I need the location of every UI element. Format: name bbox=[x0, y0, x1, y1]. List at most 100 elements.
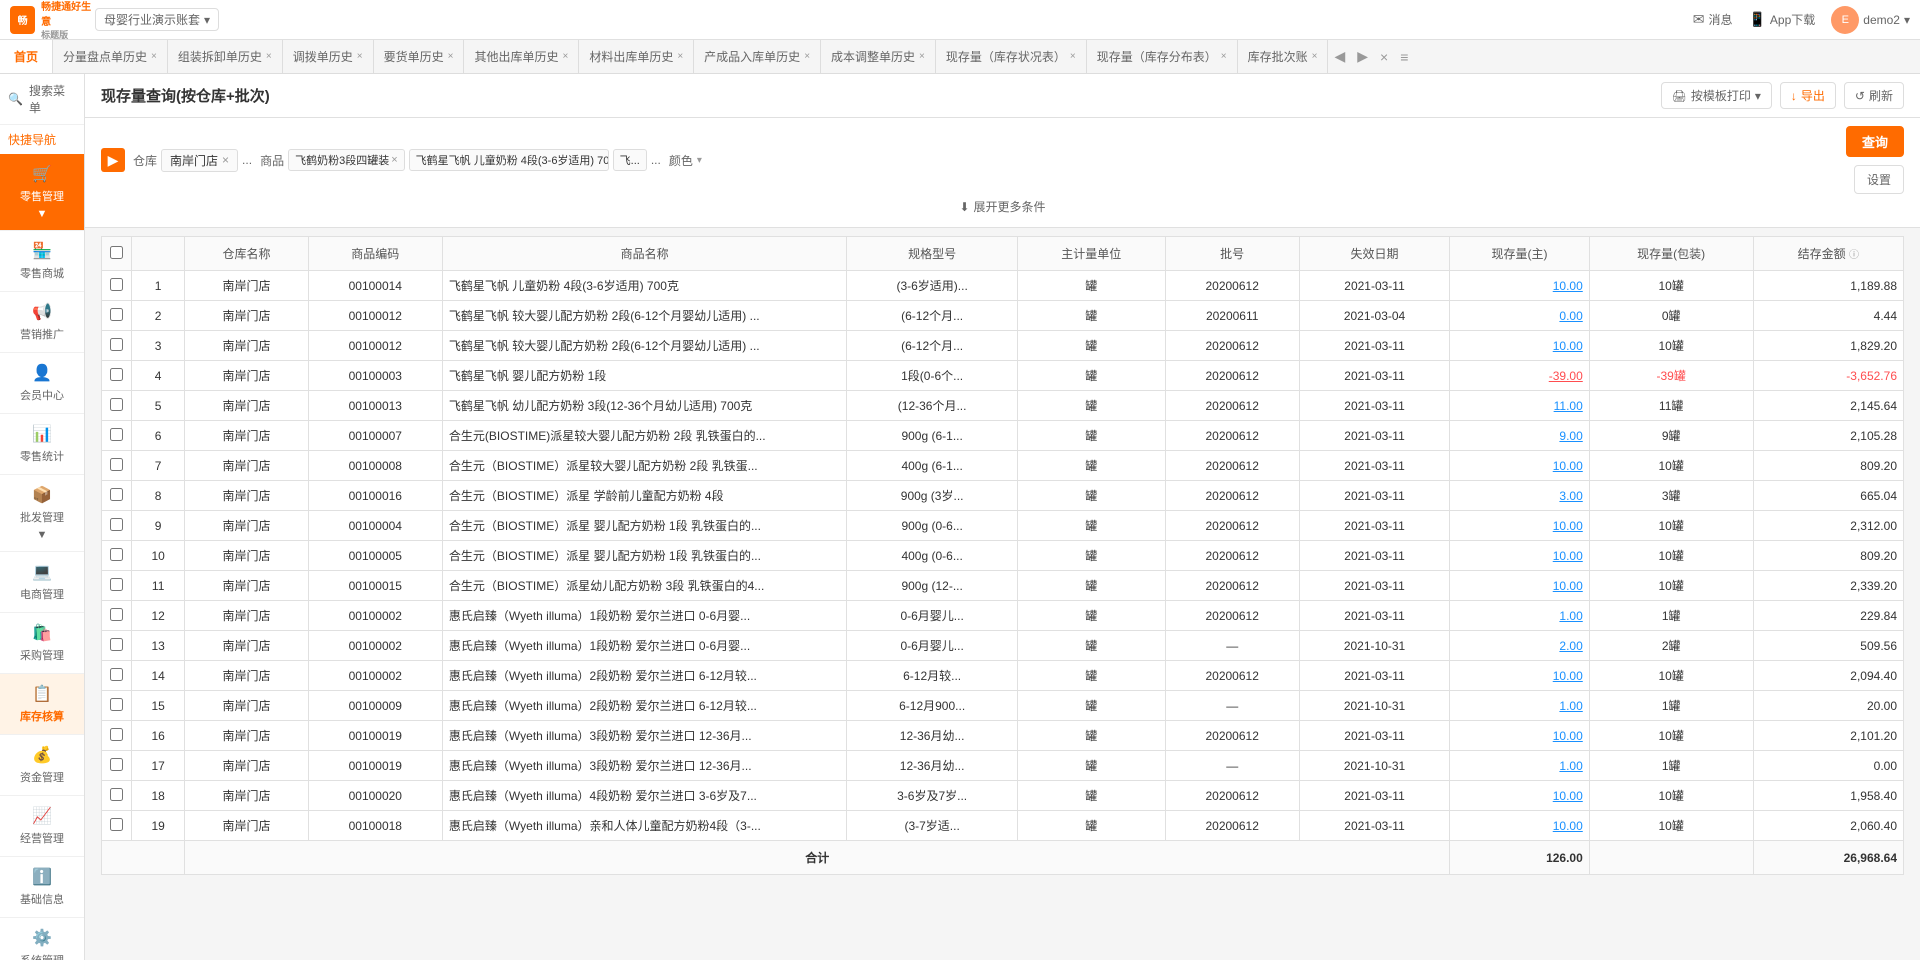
tab-disassemble[interactable]: 组装拆卸单历史 × bbox=[168, 40, 283, 74]
stock-main-link[interactable]: 10.00 bbox=[1553, 519, 1583, 533]
row-checkbox[interactable] bbox=[110, 488, 123, 501]
print-btn[interactable]: 🖨 按模板打印 ▾ bbox=[1661, 82, 1772, 109]
stock-main-link[interactable]: 1.00 bbox=[1559, 609, 1582, 623]
stock-main-link[interactable]: 10.00 bbox=[1553, 279, 1583, 293]
stock-main-link[interactable]: 2.00 bbox=[1559, 639, 1582, 653]
tab-require-order[interactable]: 要货单历史 × bbox=[374, 40, 465, 74]
tab-next-btn[interactable]: ▶ bbox=[1351, 48, 1374, 65]
tab-stock-status[interactable]: 现存量（库存状况表）× bbox=[936, 40, 1087, 74]
tab-close-other-out[interactable]: × bbox=[562, 51, 568, 62]
setting-btn[interactable]: 设置 bbox=[1854, 165, 1904, 194]
tab-product-in[interactable]: 产成品入库单历史 × bbox=[694, 40, 821, 74]
tab-close-disassemble[interactable]: × bbox=[266, 51, 272, 62]
tab-home[interactable]: 首页 bbox=[0, 40, 53, 74]
product-tag-2[interactable]: 飞鹤星飞帆 儿童奶粉 4段(3-6岁适用) 700克 × bbox=[409, 149, 609, 171]
tab-cost-adjust[interactable]: 成本调整单历史 × bbox=[821, 40, 936, 74]
sidebar-item-retail[interactable]: 🛒 零售管理 ▼ bbox=[0, 154, 84, 231]
tab-stock-dist[interactable]: 现存量（库存分布表）× bbox=[1087, 40, 1238, 74]
tab-prev-btn[interactable]: ◀ bbox=[1328, 48, 1351, 65]
sidebar-item-retail-stat[interactable]: 📊 零售统计 bbox=[0, 414, 84, 475]
row-checkbox[interactable] bbox=[110, 308, 123, 321]
sidebar-item-member[interactable]: 👤 会员中心 bbox=[0, 353, 84, 414]
product-tag-1-close[interactable]: × bbox=[391, 154, 397, 166]
stock-main-link[interactable]: 1.00 bbox=[1559, 759, 1582, 773]
sidebar-item-finance[interactable]: 💰 资金管理 bbox=[0, 735, 84, 796]
product-tag-3[interactable]: 飞... bbox=[613, 149, 647, 171]
tab-close-dist[interactable]: × bbox=[1221, 51, 1227, 62]
tab-other-out[interactable]: 其他出库单历史 × bbox=[464, 40, 579, 74]
stock-main-link[interactable]: 3.00 bbox=[1559, 489, 1582, 503]
stock-main-link[interactable]: 10.00 bbox=[1553, 729, 1583, 743]
app-download-btn[interactable]: 📱 App下载 bbox=[1748, 11, 1815, 28]
tab-close-all-btn[interactable]: × bbox=[1374, 49, 1394, 65]
sidebar-item-system[interactable]: ⚙️ 系统管理 bbox=[0, 918, 84, 960]
query-btn[interactable]: 查询 bbox=[1846, 126, 1904, 157]
warehouse-filter-more[interactable]: ... bbox=[242, 153, 252, 167]
sidebar-item-basic[interactable]: ℹ️ 基础信息 bbox=[0, 857, 84, 918]
tab-close-search[interactable]: × bbox=[357, 51, 363, 62]
row-checkbox[interactable] bbox=[110, 728, 123, 741]
filter-toggle-btn[interactable]: ▶ bbox=[101, 148, 125, 172]
tab-close-require[interactable]: × bbox=[448, 51, 454, 62]
tab-split-inventory[interactable]: 分量盘点单历史 × bbox=[53, 40, 168, 74]
select-all-checkbox[interactable] bbox=[110, 246, 123, 259]
stock-main-link[interactable]: 9.00 bbox=[1559, 429, 1582, 443]
sidebar-item-purchase[interactable]: 🛍️ 采购管理 bbox=[0, 613, 84, 674]
row-checkbox[interactable] bbox=[110, 338, 123, 351]
export-btn[interactable]: ↓ 导出 bbox=[1780, 82, 1836, 109]
tab-close-cost[interactable]: × bbox=[919, 51, 925, 62]
stock-main-link[interactable]: 1.00 bbox=[1559, 699, 1582, 713]
row-checkbox[interactable] bbox=[110, 398, 123, 411]
user-menu[interactable]: E demo2 ▾ bbox=[1831, 6, 1910, 34]
tab-close-batch[interactable]: × bbox=[1312, 51, 1318, 62]
row-checkbox[interactable] bbox=[110, 548, 123, 561]
row-checkbox[interactable] bbox=[110, 518, 123, 531]
row-checkbox[interactable] bbox=[110, 428, 123, 441]
row-checkbox[interactable] bbox=[110, 638, 123, 651]
tab-search-order[interactable]: 调拨单历史 × bbox=[283, 40, 374, 74]
stock-main-link[interactable]: 10.00 bbox=[1553, 549, 1583, 563]
stock-main-link[interactable]: 10.00 bbox=[1553, 789, 1583, 803]
row-checkbox[interactable] bbox=[110, 668, 123, 681]
tab-menu-btn[interactable]: ≡ bbox=[1394, 49, 1414, 65]
row-checkbox[interactable] bbox=[110, 608, 123, 621]
row-checkbox[interactable] bbox=[110, 278, 123, 291]
row-checkbox[interactable] bbox=[110, 758, 123, 771]
tab-close-split[interactable]: × bbox=[151, 51, 157, 62]
row-checkbox[interactable] bbox=[110, 818, 123, 831]
stock-main-link[interactable]: 10.00 bbox=[1553, 579, 1583, 593]
refresh-btn[interactable]: ↺ 刷新 bbox=[1844, 82, 1904, 109]
product-tag-1[interactable]: 飞鹤奶粉3段四罐装 × bbox=[288, 149, 405, 171]
sidebar-quicknav[interactable]: 快捷导航 bbox=[0, 125, 84, 154]
stock-main-link[interactable]: 11.00 bbox=[1554, 399, 1583, 413]
stock-main-link[interactable]: 10.00 bbox=[1553, 669, 1583, 683]
balance-info-icon[interactable]: ⓘ bbox=[1849, 250, 1859, 261]
row-checkbox[interactable] bbox=[110, 368, 123, 381]
sidebar-search[interactable]: 🔍 搜索菜单 bbox=[0, 74, 84, 125]
tab-batch-account[interactable]: 库存批次账 × bbox=[1238, 40, 1329, 74]
stock-main-link[interactable]: -39.00 bbox=[1549, 369, 1583, 383]
tab-close-product[interactable]: × bbox=[804, 51, 810, 62]
expand-more-btn[interactable]: ⬇ 展开更多条件 bbox=[959, 198, 1045, 215]
sidebar-item-wholesale[interactable]: 📦 批发管理 ▼ bbox=[0, 475, 84, 552]
stock-main-link[interactable]: 0.00 bbox=[1559, 309, 1582, 323]
row-checkbox[interactable] bbox=[110, 788, 123, 801]
row-checkbox[interactable] bbox=[110, 578, 123, 591]
warehouse-filter-tag[interactable]: 南岸门店 × bbox=[161, 149, 238, 172]
sidebar-item-retail-shop[interactable]: 🏪 零售商城 bbox=[0, 231, 84, 292]
sidebar-item-ecom[interactable]: 💻 电商管理 bbox=[0, 552, 84, 613]
stock-main-link[interactable]: 10.00 bbox=[1553, 459, 1583, 473]
row-checkbox[interactable] bbox=[110, 458, 123, 471]
tab-close-status[interactable]: × bbox=[1070, 51, 1076, 62]
breadcrumb-selector[interactable]: 母婴行业演示账套 ▾ bbox=[95, 8, 219, 31]
warehouse-filter-close[interactable]: × bbox=[222, 153, 229, 167]
stock-main-link[interactable]: 10.00 bbox=[1553, 339, 1583, 353]
product-filter-more[interactable]: ... bbox=[651, 153, 661, 167]
message-btn[interactable]: ✉ 消息 bbox=[1693, 11, 1733, 28]
sidebar-item-inventory[interactable]: 📋 库存核算 bbox=[0, 674, 84, 735]
tab-material-out[interactable]: 材料出库单历史 × bbox=[579, 40, 694, 74]
sidebar-item-marketing[interactable]: 📢 营销推广 bbox=[0, 292, 84, 353]
tab-close-material[interactable]: × bbox=[677, 51, 683, 62]
sidebar-item-operation[interactable]: 📈 经营管理 bbox=[0, 796, 84, 857]
stock-main-link[interactable]: 10.00 bbox=[1553, 819, 1583, 833]
